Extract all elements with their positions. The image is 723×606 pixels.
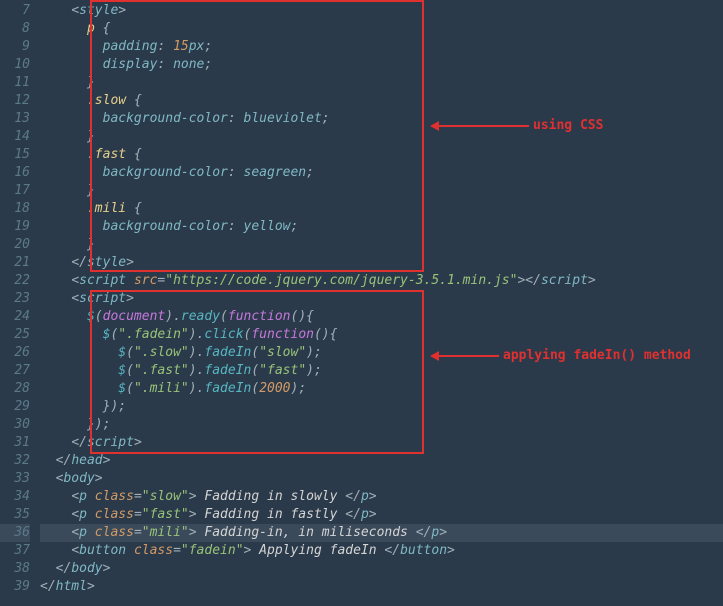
line-number: 34	[0, 488, 30, 506]
line-number: 24	[0, 308, 30, 326]
code-line[interactable]: .slow {	[40, 92, 723, 110]
line-number: 11	[0, 74, 30, 92]
line-number: 8	[0, 20, 30, 38]
code-line[interactable]: <p class="fast"> Fadding in fastly </p>	[40, 506, 723, 524]
code-line[interactable]: background-color: seagreen;	[40, 164, 723, 182]
line-number: 19	[0, 218, 30, 236]
line-number: 16	[0, 164, 30, 182]
code-line[interactable]: padding: 15px;	[40, 38, 723, 56]
line-number: 13	[0, 110, 30, 128]
line-number: 26	[0, 344, 30, 362]
code-line[interactable]: <body>	[40, 470, 723, 488]
code-line[interactable]: }	[40, 128, 723, 146]
code-line[interactable]: display: none;	[40, 56, 723, 74]
code-line[interactable]: </body>	[40, 560, 723, 578]
line-number-gutter: 7891011121314151617181920212223242526272…	[0, 0, 40, 606]
code-line[interactable]: $(".fadein").click(function(){	[40, 326, 723, 344]
line-number: 38	[0, 560, 30, 578]
code-line[interactable]: $(".slow").fadeIn("slow");	[40, 344, 723, 362]
line-number: 35	[0, 506, 30, 524]
line-number: 14	[0, 128, 30, 146]
code-line[interactable]: .mili {	[40, 200, 723, 218]
code-line[interactable]: <style>	[40, 2, 723, 20]
code-editor[interactable]: 7891011121314151617181920212223242526272…	[0, 0, 723, 606]
code-line[interactable]: });	[40, 416, 723, 434]
line-number: 25	[0, 326, 30, 344]
code-line[interactable]: .fast {	[40, 146, 723, 164]
line-number: 21	[0, 254, 30, 272]
code-line[interactable]: });	[40, 398, 723, 416]
line-number: 27	[0, 362, 30, 380]
code-line[interactable]: </head>	[40, 452, 723, 470]
line-number: 20	[0, 236, 30, 254]
code-line[interactable]: <p class="mili"> Fadding-in, in miliseco…	[40, 524, 723, 542]
line-number: 18	[0, 200, 30, 218]
line-number: 29	[0, 398, 30, 416]
line-number: 12	[0, 92, 30, 110]
line-number: 31	[0, 434, 30, 452]
code-line[interactable]: <p class="slow"> Fadding in slowly </p>	[40, 488, 723, 506]
line-number: 28	[0, 380, 30, 398]
code-line[interactable]: $(document).ready(function(){	[40, 308, 723, 326]
code-line[interactable]: }	[40, 182, 723, 200]
line-number: 39	[0, 578, 30, 596]
code-line[interactable]: $(".mili").fadeIn(2000);	[40, 380, 723, 398]
line-number: 30	[0, 416, 30, 434]
line-number: 33	[0, 470, 30, 488]
code-line[interactable]: <script>	[40, 290, 723, 308]
code-line[interactable]: background-color: blueviolet;	[40, 110, 723, 128]
line-number: 10	[0, 56, 30, 74]
line-number: 15	[0, 146, 30, 164]
line-number: 32	[0, 452, 30, 470]
line-number: 17	[0, 182, 30, 200]
code-area[interactable]: using CSS applying fadeIn() method <styl…	[40, 0, 723, 606]
line-number: 22	[0, 272, 30, 290]
line-number: 9	[0, 38, 30, 56]
code-line[interactable]: </html>	[40, 578, 723, 596]
code-line[interactable]: background-color: yellow;	[40, 218, 723, 236]
line-number: 7	[0, 2, 30, 20]
code-line[interactable]: <button class="fadein"> Applying fadeIn …	[40, 542, 723, 560]
line-number: 23	[0, 290, 30, 308]
code-line[interactable]: </script>	[40, 434, 723, 452]
line-number: 36	[0, 524, 30, 542]
code-line[interactable]: p {	[40, 20, 723, 38]
code-line[interactable]: <script src="https://code.jquery.com/jqu…	[40, 272, 723, 290]
code-line[interactable]: }	[40, 236, 723, 254]
code-line[interactable]: }	[40, 74, 723, 92]
code-line[interactable]: </style>	[40, 254, 723, 272]
code-line[interactable]: $(".fast").fadeIn("fast");	[40, 362, 723, 380]
line-number: 37	[0, 542, 30, 560]
